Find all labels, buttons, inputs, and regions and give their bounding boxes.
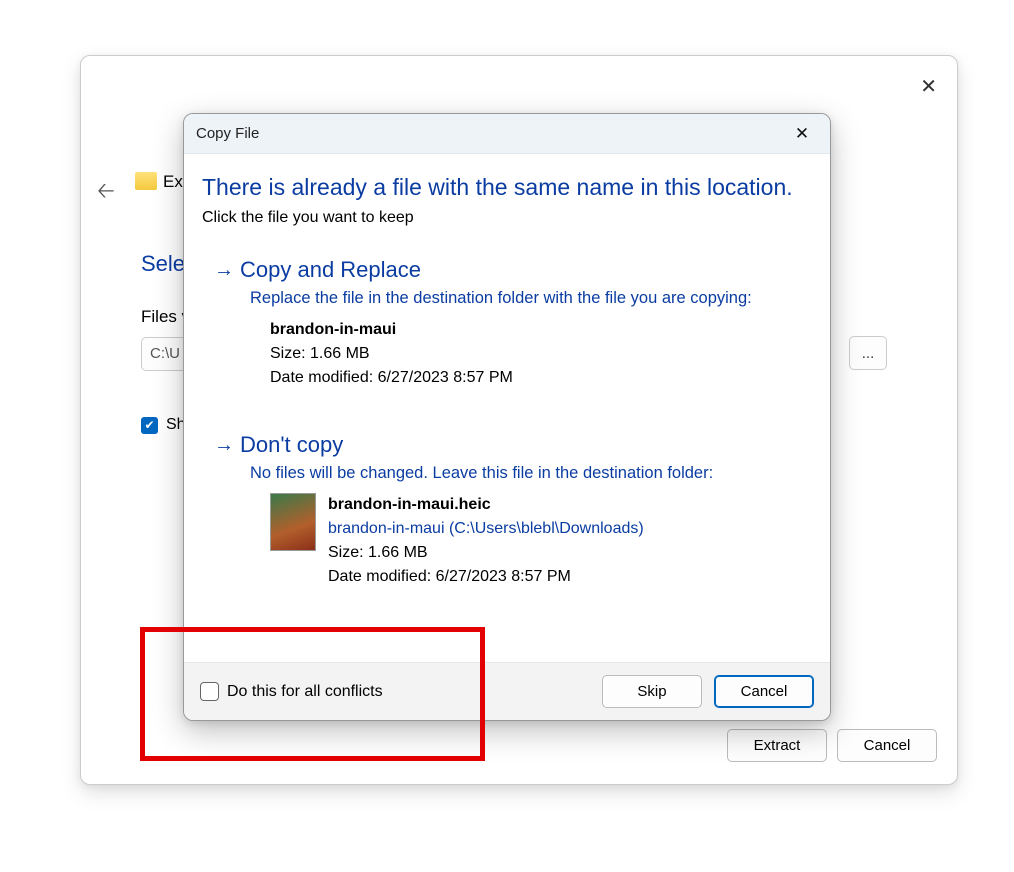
arrow-right-icon: → xyxy=(214,434,234,457)
extract-button[interactable]: Extract xyxy=(727,729,827,762)
cancel-button[interactable]: Cancel xyxy=(714,675,814,708)
dont-copy-desc: No files will be changed. Leave this fil… xyxy=(250,464,812,483)
dont-copy-title: Don't copy xyxy=(240,432,343,458)
dialog-footer: Do this for all conflicts Skip Cancel xyxy=(184,662,830,720)
copy-replace-title: Copy and Replace xyxy=(240,257,421,283)
dialog-header: Copy File ✕ xyxy=(184,114,830,154)
copy-and-replace-option[interactable]: → Copy and Replace Replace the file in t… xyxy=(202,257,812,390)
window-title-fragment: Ex xyxy=(163,172,183,192)
source-modified: Date modified: 6/27/2023 8:57 PM xyxy=(270,366,513,390)
arrow-right-icon: → xyxy=(214,259,234,282)
show-checkbox[interactable]: ✔ Sh xyxy=(141,416,186,434)
close-icon[interactable]: ✕ xyxy=(786,124,818,144)
checkmark-icon: ✔ xyxy=(141,417,158,434)
dest-size: Size: 1.66 MB xyxy=(328,541,644,565)
source-filename: brandon-in-maui xyxy=(270,318,513,342)
dont-copy-option[interactable]: → Don't copy No files will be changed. L… xyxy=(202,432,812,589)
dest-link[interactable]: brandon-in-maui (C:\Users\blebl\Download… xyxy=(328,517,644,541)
conflict-heading: There is already a file with the same na… xyxy=(202,174,812,201)
folder-icon xyxy=(135,172,157,190)
copy-file-dialog: Copy File ✕ There is already a file with… xyxy=(183,113,831,721)
skip-button[interactable]: Skip xyxy=(602,675,702,708)
select-heading-fragment: Sele xyxy=(141,251,185,277)
all-conflicts-label: Do this for all conflicts xyxy=(227,683,383,701)
cancel-button[interactable]: Cancel xyxy=(837,729,937,762)
browse-button-fragment[interactable]: ... xyxy=(849,336,887,370)
copy-replace-desc: Replace the file in the destination fold… xyxy=(250,289,812,308)
conflict-subheading: Click the file you want to keep xyxy=(202,209,812,227)
back-arrow-icon[interactable]: 🡠 xyxy=(97,174,115,212)
dest-filename: brandon-in-maui.heic xyxy=(328,493,644,517)
dest-modified: Date modified: 6/27/2023 8:57 PM xyxy=(328,565,644,589)
all-conflicts-checkbox[interactable] xyxy=(200,682,219,701)
close-icon[interactable]: ✕ xyxy=(920,74,937,99)
dialog-title: Copy File xyxy=(196,125,259,142)
file-thumbnail xyxy=(270,493,316,551)
source-size: Size: 1.66 MB xyxy=(270,342,513,366)
